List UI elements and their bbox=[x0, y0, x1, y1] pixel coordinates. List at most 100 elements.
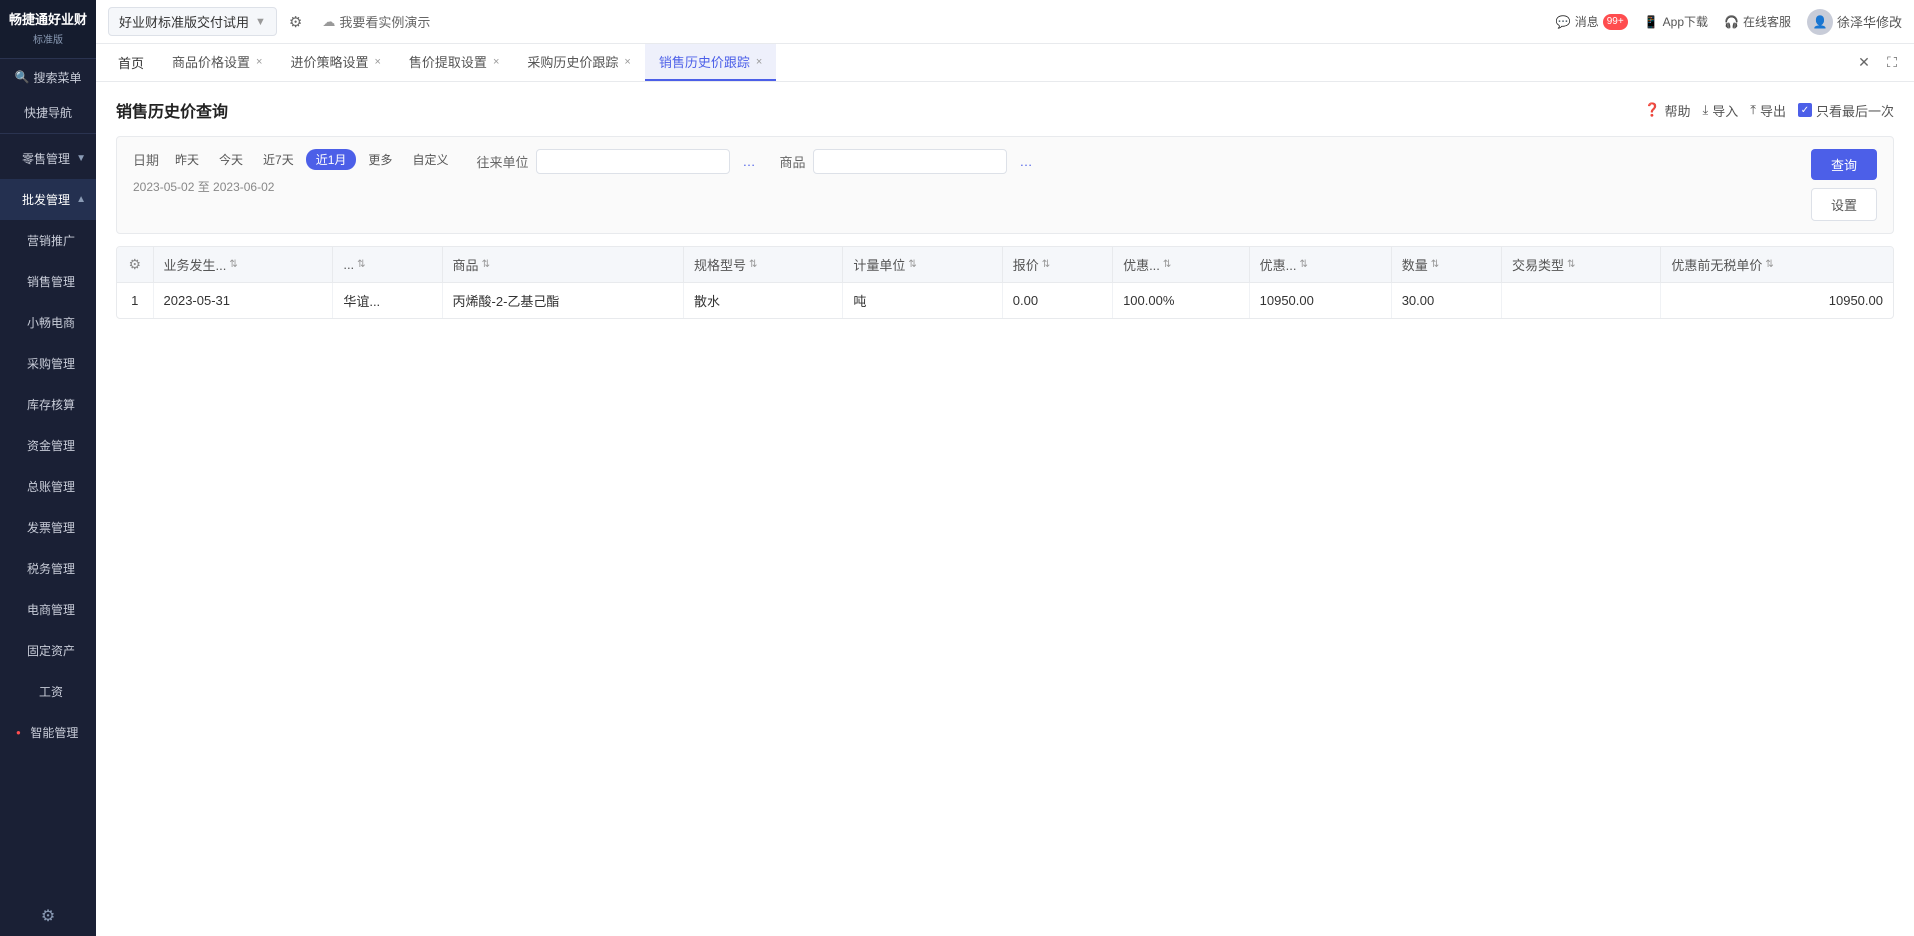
tab-close-product-price[interactable]: × bbox=[256, 56, 262, 68]
tab-purchase-strategy[interactable]: 进价策略设置 × bbox=[276, 44, 394, 81]
sort-icon: ⇅ bbox=[1042, 259, 1050, 270]
th-spec[interactable]: 规格型号 ⇅ bbox=[684, 247, 843, 283]
sidebar-item-ecommerce-small[interactable]: 小畅电商 bbox=[0, 302, 96, 343]
sidebar-item-inventory[interactable]: 库存核算 bbox=[0, 384, 96, 425]
import-link[interactable]: ⤓ 导入 bbox=[1702, 101, 1738, 120]
export-link[interactable]: ⤒ 导出 bbox=[1750, 101, 1786, 120]
th-product[interactable]: 商品 ⇅ bbox=[442, 247, 683, 283]
sidebar-search[interactable]: 🔍 搜索菜单 bbox=[0, 59, 96, 96]
th-discount1[interactable]: 优惠... ⇅ bbox=[1113, 247, 1250, 283]
supplier-more-btn[interactable]: … bbox=[738, 152, 759, 171]
sidebar-item-sales[interactable]: 销售管理 bbox=[0, 261, 96, 302]
th-gear[interactable]: ⚙ bbox=[117, 247, 153, 283]
main-area: 好业财标准版交付试用 ▼ ⚙ ☁ 我要看实例演示 💬 消息 99+ 📱 App下… bbox=[96, 0, 1914, 936]
sidebar: 畅捷通好业财 标准版 🔍 搜索菜单 快捷导航 零售管理 ▼ 批发管理 ▲ 营销推… bbox=[0, 0, 96, 936]
cell-discount1: 100.00% bbox=[1113, 283, 1250, 319]
filter-settings-button[interactable]: 设置 bbox=[1811, 188, 1877, 221]
date-filter-label: 日期 bbox=[133, 150, 159, 169]
sidebar-item-smart[interactable]: ● 智能管理 bbox=[0, 712, 96, 753]
cell-trade-type bbox=[1501, 283, 1660, 319]
topbar: 好业财标准版交付试用 ▼ ⚙ ☁ 我要看实例演示 💬 消息 99+ 📱 App下… bbox=[96, 0, 1914, 44]
topbar-right: 💬 消息 99+ 📱 App下载 🎧 在线客服 👤 徐泽华修改 bbox=[1556, 9, 1902, 35]
tab-home[interactable]: 首页 bbox=[104, 45, 158, 80]
date-range-display: 2023-05-02 至 2023-06-02 bbox=[133, 178, 456, 195]
sidebar-item-fixed-assets[interactable]: 固定资产 bbox=[0, 630, 96, 671]
supplier-filter-group: 往来单位 … bbox=[476, 149, 759, 174]
th-col3[interactable]: ... ⇅ bbox=[333, 247, 442, 283]
th-pretax-price[interactable]: 优惠前无税单价 ⇅ bbox=[1661, 247, 1893, 283]
date-btn-yesterday[interactable]: 昨天 bbox=[167, 149, 207, 170]
tabbar-actions: ✕ ⛶ bbox=[1850, 49, 1914, 77]
product-more-btn[interactable]: … bbox=[1015, 152, 1036, 171]
date-btn-last1month[interactable]: 近1月 bbox=[306, 149, 357, 170]
cell-product: 丙烯酸-2-乙基己酯 bbox=[442, 283, 683, 319]
help-link[interactable]: ❓ 帮助 bbox=[1644, 101, 1690, 120]
date-btn-last7[interactable]: 近7天 bbox=[255, 149, 302, 170]
sort-icon: ⇅ bbox=[482, 259, 490, 270]
chevron-up-icon: ▲ bbox=[76, 194, 86, 205]
tab-sales-history[interactable]: 销售历史价跟踪 × bbox=[645, 44, 776, 81]
sidebar-quick-nav[interactable]: 快捷导航 bbox=[0, 96, 96, 129]
sidebar-item-finance[interactable]: 资金管理 bbox=[0, 425, 96, 466]
th-discount2[interactable]: 优惠... ⇅ bbox=[1249, 247, 1391, 283]
sidebar-item-general-ledger[interactable]: 总账管理 bbox=[0, 466, 96, 507]
close-tab-button[interactable]: ✕ bbox=[1850, 49, 1878, 77]
demo-icon: ☁ bbox=[322, 14, 335, 30]
sidebar-item-tax[interactable]: 税务管理 bbox=[0, 548, 96, 589]
cell-spec: 散水 bbox=[684, 283, 843, 319]
th-price[interactable]: 报价 ⇅ bbox=[1002, 247, 1112, 283]
table-body: 1 2023-05-31 华谊... 丙烯酸-2-乙基己酯 散水 吨 0.00 … bbox=[117, 283, 1893, 319]
cell-quantity: 30.00 bbox=[1391, 283, 1501, 319]
message-badge: 99+ bbox=[1603, 14, 1628, 30]
demo-link[interactable]: ☁ 我要看实例演示 bbox=[322, 12, 430, 31]
sort-icon: ⇅ bbox=[749, 259, 757, 270]
tab-close-purchase-history[interactable]: × bbox=[624, 56, 630, 68]
sidebar-item-ecommerce[interactable]: 电商管理 bbox=[0, 589, 96, 630]
sidebar-item-invoice[interactable]: 发票管理 bbox=[0, 507, 96, 548]
last-only-checkbox[interactable]: ✓ 只看最后一次 bbox=[1798, 101, 1894, 120]
date-btn-custom[interactable]: 自定义 bbox=[404, 149, 456, 170]
sidebar-item-retail[interactable]: 零售管理 ▼ bbox=[0, 138, 96, 179]
th-unit[interactable]: 计量单位 ⇅ bbox=[843, 247, 1002, 283]
th-trade-type[interactable]: 交易类型 ⇅ bbox=[1501, 247, 1660, 283]
app-download-button[interactable]: 📱 App下载 bbox=[1644, 13, 1708, 30]
tab-product-price[interactable]: 商品价格设置 × bbox=[158, 44, 276, 81]
sort-icon: ⇅ bbox=[1567, 259, 1575, 270]
tab-close-purchase-strategy[interactable]: × bbox=[374, 56, 380, 68]
message-button[interactable]: 💬 消息 99+ bbox=[1556, 13, 1628, 30]
date-btn-today[interactable]: 今天 bbox=[211, 149, 251, 170]
mobile-icon: 📱 bbox=[1644, 15, 1659, 29]
date-btn-more[interactable]: 更多 bbox=[360, 149, 400, 170]
sidebar-item-marketing[interactable]: 营销推广 bbox=[0, 220, 96, 261]
maximize-button[interactable]: ⛶ bbox=[1878, 49, 1906, 77]
tab-close-sales-history[interactable]: × bbox=[756, 56, 762, 68]
search-icon: 🔍 bbox=[15, 70, 30, 84]
sort-icon: ⇅ bbox=[1299, 259, 1307, 270]
sort-icon: ⇅ bbox=[1765, 259, 1773, 270]
th-quantity[interactable]: 数量 ⇅ bbox=[1391, 247, 1501, 283]
sidebar-item-wholesale[interactable]: 批发管理 ▲ bbox=[0, 179, 96, 220]
query-button[interactable]: 查询 bbox=[1811, 149, 1877, 180]
indicator-dot: ● bbox=[16, 728, 21, 737]
avatar: 👤 bbox=[1807, 9, 1833, 35]
tab-close-price-extract[interactable]: × bbox=[493, 56, 499, 68]
supplier-input[interactable] bbox=[536, 149, 730, 174]
th-biz-date[interactable]: 业务发生... ⇅ bbox=[153, 247, 333, 283]
chevron-down-icon: ▼ bbox=[76, 153, 86, 164]
user-menu[interactable]: 👤 徐泽华修改 bbox=[1807, 9, 1902, 35]
cell-price: 0.00 bbox=[1002, 283, 1112, 319]
sidebar-item-payroll[interactable]: 工资 bbox=[0, 671, 96, 712]
tab-price-extract[interactable]: 售价提取设置 × bbox=[395, 44, 513, 81]
table-row[interactable]: 1 2023-05-31 华谊... 丙烯酸-2-乙基己酯 散水 吨 0.00 … bbox=[117, 283, 1893, 319]
settings-icon[interactable]: ⚙ bbox=[285, 9, 306, 35]
company-select[interactable]: 好业财标准版交付试用 ▼ bbox=[108, 7, 277, 36]
gear-icon[interactable]: ⚙ bbox=[128, 256, 141, 272]
product-filter-group: 商品 … bbox=[779, 149, 1036, 174]
gear-icon[interactable]: ⚙ bbox=[41, 906, 55, 926]
cell-unit: 吨 bbox=[843, 283, 1002, 319]
tab-purchase-history[interactable]: 采购历史价跟踪 × bbox=[513, 44, 644, 81]
product-input[interactable] bbox=[813, 149, 1007, 174]
sidebar-item-purchase[interactable]: 采购管理 bbox=[0, 343, 96, 384]
online-service-button[interactable]: 🎧 在线客服 bbox=[1724, 13, 1791, 30]
cell-discount2: 10950.00 bbox=[1249, 283, 1391, 319]
